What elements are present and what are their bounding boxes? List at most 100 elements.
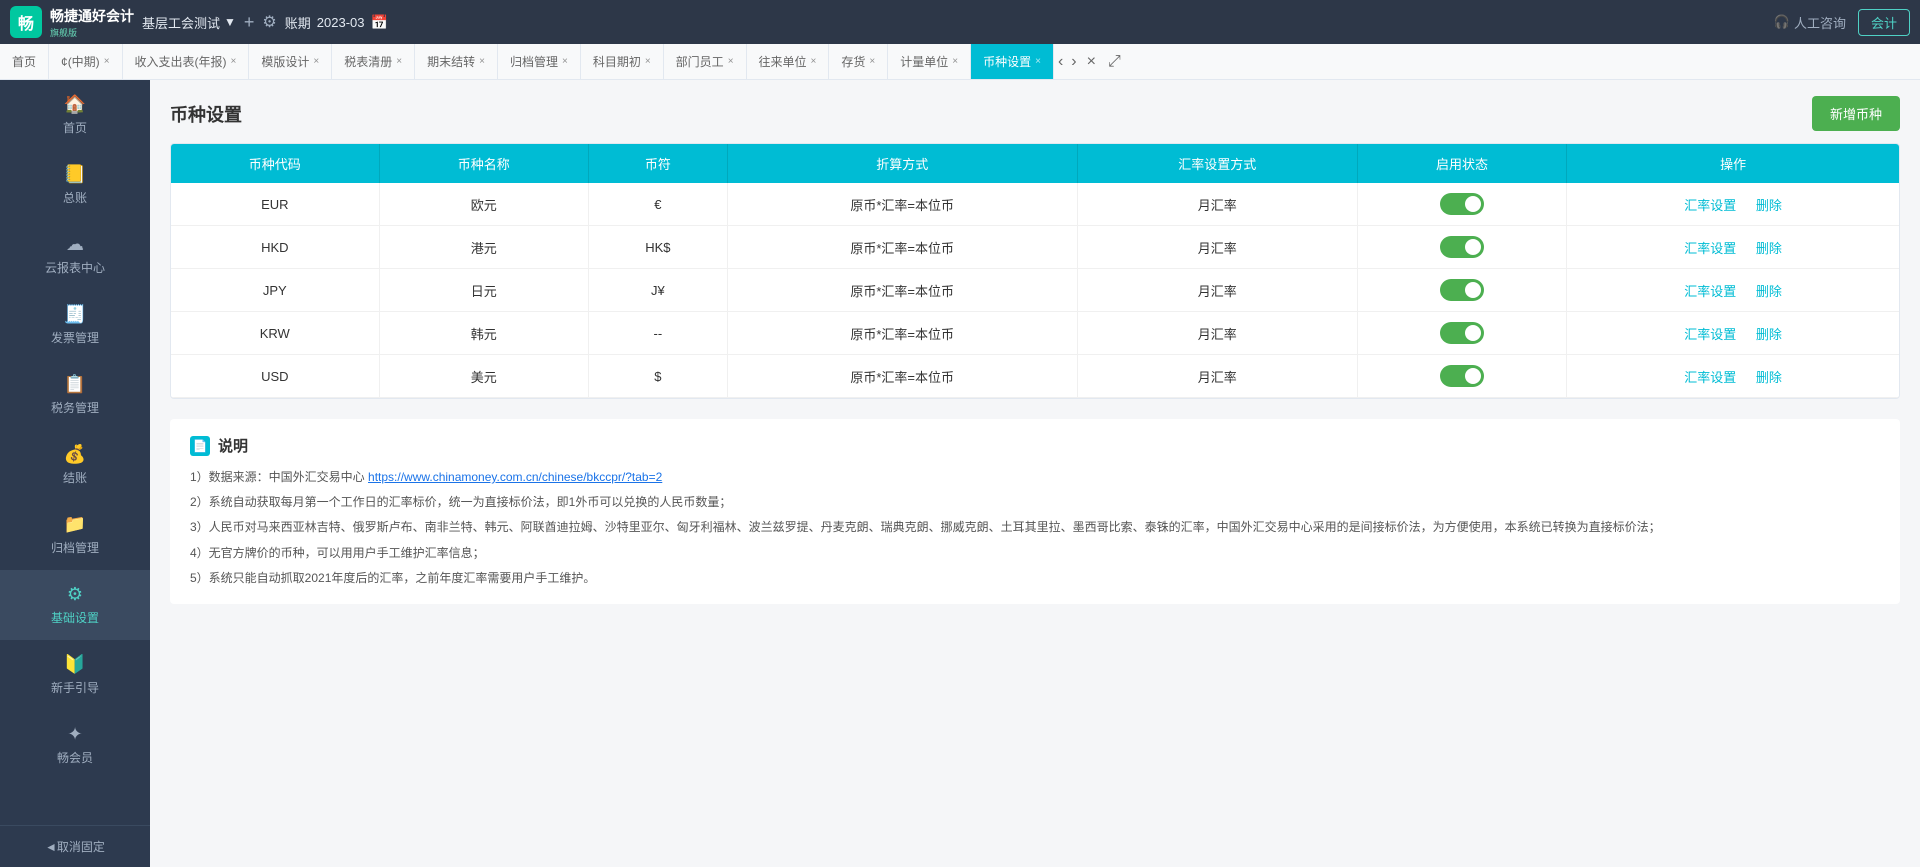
delete-link[interactable]: 删除 (1756, 198, 1782, 213)
tab-next-button[interactable]: › (1067, 44, 1080, 80)
sidebar-item-ledger[interactable]: 📒 总账 (0, 150, 150, 220)
rate-settings-link[interactable]: 汇率设置 (1684, 198, 1736, 213)
cell-calc: 原币*汇率=本位币 (727, 183, 1077, 226)
enable-toggle[interactable] (1440, 193, 1484, 215)
sidebar-item-checkout[interactable]: 💰 结账 (0, 430, 150, 500)
guide-icon: 🔰 (64, 654, 86, 675)
notes-item: 4）无官方牌价的币种，可以用用户手工维护汇率信息； (190, 544, 1880, 563)
cell-rate-method: 月汇率 (1077, 183, 1357, 226)
notes-item: 5）系统只能自动抓取2021年度后的汇率，之前年度汇率需要用户手工维护。 (190, 569, 1880, 588)
sidebar-item-ledger-label: 总账 (63, 189, 87, 206)
checkout-icon: 💰 (64, 444, 86, 465)
period-value: 2023-03 (317, 15, 365, 30)
tab-archive[interactable]: 归档管理 × (498, 44, 581, 80)
tab-partners[interactable]: 往来单位 × (747, 44, 830, 80)
sidebar-item-tax[interactable]: 📋 税务管理 (0, 360, 150, 430)
tab-income-close[interactable]: × (231, 56, 237, 67)
new-currency-button[interactable]: 新增币种 (1812, 96, 1900, 131)
notes-icon: 📄 (190, 436, 210, 456)
delete-link[interactable]: 删除 (1756, 327, 1782, 342)
tab-staff-close[interactable]: × (728, 56, 734, 67)
tabbar: 首页 ¢(中期) × 收入支出表(年报) × 模版设计 × 税表清册 × 期末结… (0, 44, 1920, 80)
app-name: 畅捷通好会计 (50, 6, 134, 26)
tab-units[interactable]: 计量单位 × (888, 44, 971, 80)
delete-link[interactable]: 删除 (1756, 370, 1782, 385)
tab-template[interactable]: 模版设计 × (249, 44, 332, 80)
delete-link[interactable]: 删除 (1756, 284, 1782, 299)
sidebar-item-basic[interactable]: ⚙ 基础设置 (0, 570, 150, 640)
add-workspace-button[interactable]: + (244, 12, 255, 33)
tab-inventory[interactable]: 存货 × (829, 44, 888, 80)
cell-symbol: HK$ (589, 226, 728, 269)
basic-settings-icon: ⚙ (67, 584, 83, 605)
sidebar-item-archive[interactable]: 📁 归档管理 (0, 500, 150, 570)
tab-taxbook-close[interactable]: × (396, 56, 402, 67)
tab-template-close[interactable]: × (313, 56, 319, 67)
tab-partners-close[interactable]: × (811, 56, 817, 67)
tab-partners-label: 往来单位 (759, 53, 807, 70)
tab-expand-button[interactable]: ⤢ (1102, 44, 1127, 80)
cell-status (1357, 269, 1566, 312)
tab-home[interactable]: 首页 (0, 44, 49, 80)
col-symbol: 币符 (589, 144, 728, 183)
tab-taxbook[interactable]: 税表清册 × (332, 44, 415, 80)
tab-mid-close[interactable]: × (104, 56, 110, 67)
enable-toggle[interactable] (1440, 279, 1484, 301)
rate-settings-link[interactable]: 汇率设置 (1684, 241, 1736, 256)
sidebar-item-member[interactable]: ✦ 畅会员 (0, 710, 150, 780)
notes-section: 📄 说明 1）数据来源：中国外汇交易中心 https://www.chinamo… (170, 419, 1900, 604)
enable-toggle[interactable] (1440, 236, 1484, 258)
headset-icon: 🎧 (1774, 14, 1790, 30)
cell-name: 港元 (379, 226, 588, 269)
tab-home-label: 首页 (12, 53, 36, 70)
consultation-button[interactable]: 🎧 人工咨询 (1774, 13, 1846, 32)
cell-code: KRW (171, 312, 379, 355)
tab-mid[interactable]: ¢(中期) × (49, 44, 123, 80)
tab-subjects[interactable]: 科目期初 × (581, 44, 664, 80)
tab-staff-label: 部门员工 (676, 53, 724, 70)
col-name: 币种名称 (379, 144, 588, 183)
sidebar-item-basic-label: 基础设置 (51, 609, 99, 626)
tab-prev-button[interactable]: ‹ (1054, 44, 1067, 80)
sidebar-item-reports[interactable]: ☁ 云报表中心 (0, 220, 150, 290)
notes-chinamoney-link[interactable]: https://www.chinamoney.com.cn/chinese/bk… (368, 470, 662, 484)
enable-toggle[interactable] (1440, 322, 1484, 344)
tab-staff[interactable]: 部门员工 × (664, 44, 747, 80)
account-button[interactable]: 会计 (1858, 9, 1910, 36)
tab-income[interactable]: 收入支出表(年报) × (123, 44, 250, 80)
tab-period-end[interactable]: 期末结转 × (415, 44, 498, 80)
workspace-dropdown-icon: ▼ (224, 15, 236, 29)
rate-settings-link[interactable]: 汇率设置 (1684, 370, 1736, 385)
rate-settings-link[interactable]: 汇率设置 (1684, 327, 1736, 342)
col-status: 启用状态 (1357, 144, 1566, 183)
sidebar-item-guide[interactable]: 🔰 新手引导 (0, 640, 150, 710)
table-row: JPY 日元 J¥ 原币*汇率=本位币 月汇率 汇率设置 删除 (171, 269, 1899, 312)
settings-icon[interactable]: ⚙ (262, 12, 276, 32)
sidebar: 🏠 首页 📒 总账 ☁ 云报表中心 🧾 发票管理 📋 税务管理 💰 结账 (0, 80, 150, 867)
pin-sidebar-button[interactable]: ◄取消固定 (0, 825, 150, 867)
tab-period-end-close[interactable]: × (479, 56, 485, 67)
cell-rate-method: 月汇率 (1077, 312, 1357, 355)
notes-list: 1）数据来源：中国外汇交易中心 https://www.chinamoney.c… (190, 468, 1880, 588)
calendar-icon[interactable]: 📅 (371, 14, 388, 31)
consultation-label: 人工咨询 (1794, 13, 1846, 32)
rate-settings-link[interactable]: 汇率设置 (1684, 284, 1736, 299)
workspace-selector[interactable]: 基层工会测试 ▼ (142, 13, 236, 32)
tab-close-all-button[interactable]: × (1081, 44, 1102, 80)
tab-currency-label: 币种设置 (983, 53, 1031, 70)
delete-link[interactable]: 删除 (1756, 241, 1782, 256)
tab-template-label: 模版设计 (261, 53, 309, 70)
col-calc: 折算方式 (727, 144, 1077, 183)
tab-units-close[interactable]: × (952, 56, 958, 67)
sidebar-item-invoice[interactable]: 🧾 发票管理 (0, 290, 150, 360)
tab-archive-close[interactable]: × (562, 56, 568, 67)
sidebar-item-guide-label: 新手引导 (51, 679, 99, 696)
cell-name: 欧元 (379, 183, 588, 226)
tab-inventory-close[interactable]: × (869, 56, 875, 67)
tab-currency[interactable]: 币种设置 × (971, 44, 1054, 80)
sidebar-item-home[interactable]: 🏠 首页 (0, 80, 150, 150)
currency-table-container: 币种代码 币种名称 币符 折算方式 汇率设置方式 启用状态 操作 EUR 欧元 … (170, 143, 1900, 399)
tab-subjects-close[interactable]: × (645, 56, 651, 67)
tab-currency-close[interactable]: × (1035, 56, 1041, 67)
enable-toggle[interactable] (1440, 365, 1484, 387)
